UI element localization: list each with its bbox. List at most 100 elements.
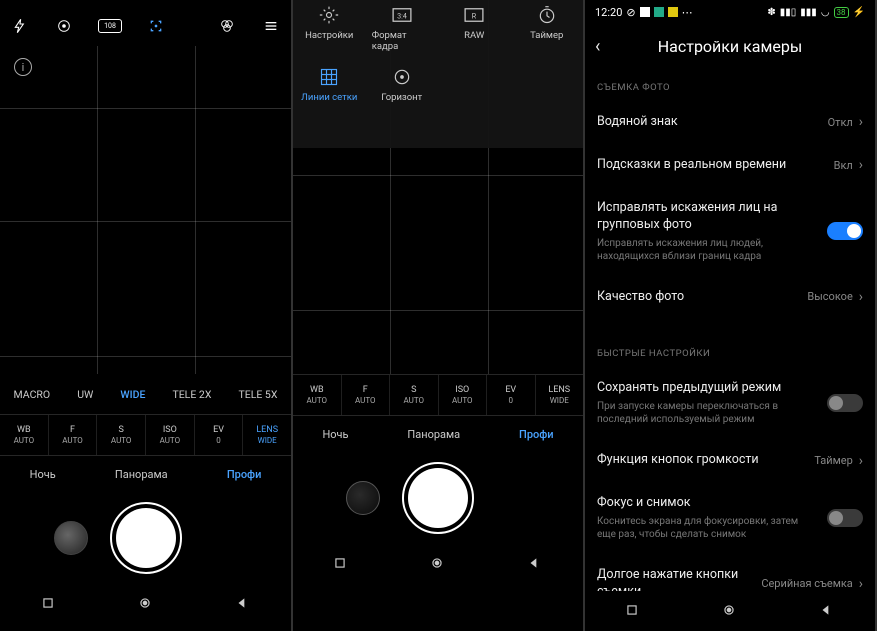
- param-iso[interactable]: ISOAUTO: [439, 375, 488, 415]
- param-f[interactable]: FAUTO: [49, 415, 98, 455]
- back-button[interactable]: ‹: [595, 36, 600, 57]
- param-s[interactable]: SAUTO: [97, 415, 146, 455]
- horizon-icon: [391, 66, 413, 88]
- qm-aspect[interactable]: 3:4 Формат кадра: [372, 4, 432, 52]
- param-iso[interactable]: ISOAUTO: [146, 415, 195, 455]
- nav-back-icon[interactable]: [819, 603, 835, 619]
- qm-settings[interactable]: Настройки: [299, 4, 359, 52]
- nav-back-icon[interactable]: [235, 596, 251, 612]
- switch-focus-shot[interactable]: [827, 509, 863, 527]
- mp-badge[interactable]: 108: [98, 19, 122, 33]
- switch-save-mode[interactable]: [827, 394, 863, 412]
- chevron-right-icon: ›: [859, 157, 863, 173]
- status-icon: [654, 7, 664, 17]
- zoom-row: MACRO UW WIDE TELE 2X TELE 5X: [0, 374, 291, 414]
- mode-pro[interactable]: Профи: [519, 428, 554, 441]
- svg-text:3:4: 3:4: [397, 12, 407, 21]
- settings-list[interactable]: СЪЕМКА ФОТО Водяной знак Откл› Подсказки…: [585, 68, 875, 591]
- param-wb[interactable]: WBAUTO: [293, 375, 342, 415]
- param-ev[interactable]: EV0: [487, 375, 536, 415]
- nav-home-icon[interactable]: [430, 556, 446, 572]
- pro-params-row: WBAUTO FAUTO SAUTO ISOAUTO EV0 LENSWIDE: [0, 414, 291, 456]
- nav-home-icon[interactable]: [138, 596, 154, 612]
- mode-night[interactable]: Ночь: [30, 468, 56, 481]
- switch-face-fix[interactable]: [827, 222, 863, 240]
- camera-panel-2: Настройки 3:4 Формат кадра R RAW Таймер: [293, 0, 585, 631]
- row-long-press[interactable]: Долгое нажатие кнопки съемки Серийная съ…: [585, 554, 875, 591]
- gallery-thumb[interactable]: [346, 481, 380, 515]
- row-watermark[interactable]: Водяной знак Откл›: [585, 101, 875, 144]
- signal-icon: ▮▮▯: [780, 7, 797, 18]
- param-s[interactable]: SAUTO: [390, 375, 439, 415]
- raw-icon: R: [463, 4, 485, 26]
- aspect-icon: 3:4: [391, 4, 413, 26]
- shutter-area: [0, 492, 291, 584]
- mode-panorama[interactable]: Панорама: [407, 428, 460, 441]
- battery-badge: 38: [834, 7, 849, 18]
- gallery-thumb[interactable]: [54, 521, 88, 555]
- gear-icon: [318, 4, 340, 26]
- nav-bar: [585, 591, 875, 631]
- status-bar: 12:20 ⊘ ⋯ ✽ ▮▮▯ ▮▮▮ ◡ 38 ⚡: [585, 0, 875, 24]
- status-icon: [640, 7, 650, 17]
- nav-recent-icon[interactable]: [333, 556, 349, 572]
- mode-pro[interactable]: Профи: [227, 468, 262, 481]
- shutter-area: [293, 452, 583, 544]
- zoom-macro[interactable]: MACRO: [14, 388, 51, 401]
- viewfinder[interactable]: Настройки 3:4 Формат кадра R RAW Таймер: [293, 0, 583, 374]
- param-lens[interactable]: LENSWIDE: [243, 415, 291, 455]
- grid-line: [195, 46, 196, 374]
- nav-back-icon[interactable]: [527, 556, 543, 572]
- nav-bar: [293, 544, 583, 584]
- section-quick: БЫСТРЫЕ НАСТРОЙКИ: [585, 318, 875, 367]
- zoom-tele2x[interactable]: TELE 2X: [172, 388, 211, 401]
- grid-line: [0, 221, 291, 222]
- mode-night[interactable]: Ночь: [322, 428, 348, 441]
- charging-icon: ⚡: [853, 7, 865, 18]
- qm-raw[interactable]: R RAW: [444, 4, 504, 52]
- row-quality[interactable]: Качество фото Высокое›: [585, 276, 875, 319]
- row-focus-shot[interactable]: Фокус и снимок Коснитесь экрана для фоку…: [585, 482, 875, 554]
- chevron-right-icon: ›: [859, 114, 863, 130]
- param-lens[interactable]: LENSWIDE: [536, 375, 584, 415]
- pro-params-row-2: WBAUTO FAUTO SAUTO ISOAUTO EV0 LENSWIDE: [293, 374, 583, 416]
- focus-peaking-icon[interactable]: [146, 16, 166, 36]
- grid-line: [0, 356, 291, 357]
- filters-icon[interactable]: [217, 16, 237, 36]
- qm-gridlines[interactable]: Линии сетки: [299, 66, 359, 103]
- zoom-tele5x[interactable]: TELE 5X: [238, 388, 277, 401]
- param-ev[interactable]: EV0: [195, 415, 244, 455]
- viewfinder[interactable]: i: [0, 46, 291, 374]
- qm-horizon[interactable]: Горизонт: [372, 66, 432, 103]
- row-vol-keys[interactable]: Функция кнопок громкости Таймер›: [585, 439, 875, 482]
- info-icon[interactable]: i: [14, 58, 32, 76]
- shutter-button[interactable]: [116, 508, 176, 568]
- mode-panorama[interactable]: Панорама: [115, 468, 168, 481]
- zoom-wide[interactable]: WIDE: [120, 388, 145, 401]
- mode-row[interactable]: Ночь Панорама Профи: [293, 416, 583, 452]
- param-f[interactable]: FAUTO: [342, 375, 391, 415]
- status-time: 12:20: [595, 6, 622, 19]
- settings-header: ‹ Настройки камеры: [585, 24, 875, 68]
- nav-home-icon[interactable]: [722, 603, 738, 619]
- svg-text:R: R: [472, 12, 477, 21]
- row-save-mode[interactable]: Сохранять предыдущий режим При запуске к…: [585, 367, 875, 439]
- nav-bar: [0, 584, 291, 624]
- qm-timer[interactable]: Таймер: [517, 4, 577, 52]
- nav-recent-icon[interactable]: [625, 603, 641, 619]
- row-face-fix[interactable]: Исправлять искажения лиц на групповых фо…: [585, 187, 875, 276]
- hamburger-icon[interactable]: [261, 16, 281, 36]
- dnd-icon: ⊘: [626, 6, 635, 19]
- zoom-uw[interactable]: UW: [77, 388, 93, 401]
- mode-row[interactable]: Ночь Панорама Профи: [0, 456, 291, 492]
- flash-icon[interactable]: [10, 16, 30, 36]
- ai-icon[interactable]: [54, 16, 74, 36]
- wifi-icon: ◡: [821, 7, 830, 18]
- settings-panel: 12:20 ⊘ ⋯ ✽ ▮▮▯ ▮▮▮ ◡ 38 ⚡ ‹ Настройки к…: [585, 0, 875, 631]
- status-icon: ⋯: [682, 6, 693, 19]
- camera-topbar: 108: [0, 0, 291, 46]
- param-wb[interactable]: WBAUTO: [0, 415, 49, 455]
- nav-recent-icon[interactable]: [41, 596, 57, 612]
- row-hints[interactable]: Подсказки в реальном времени Вкл›: [585, 144, 875, 187]
- shutter-button[interactable]: [408, 468, 468, 528]
